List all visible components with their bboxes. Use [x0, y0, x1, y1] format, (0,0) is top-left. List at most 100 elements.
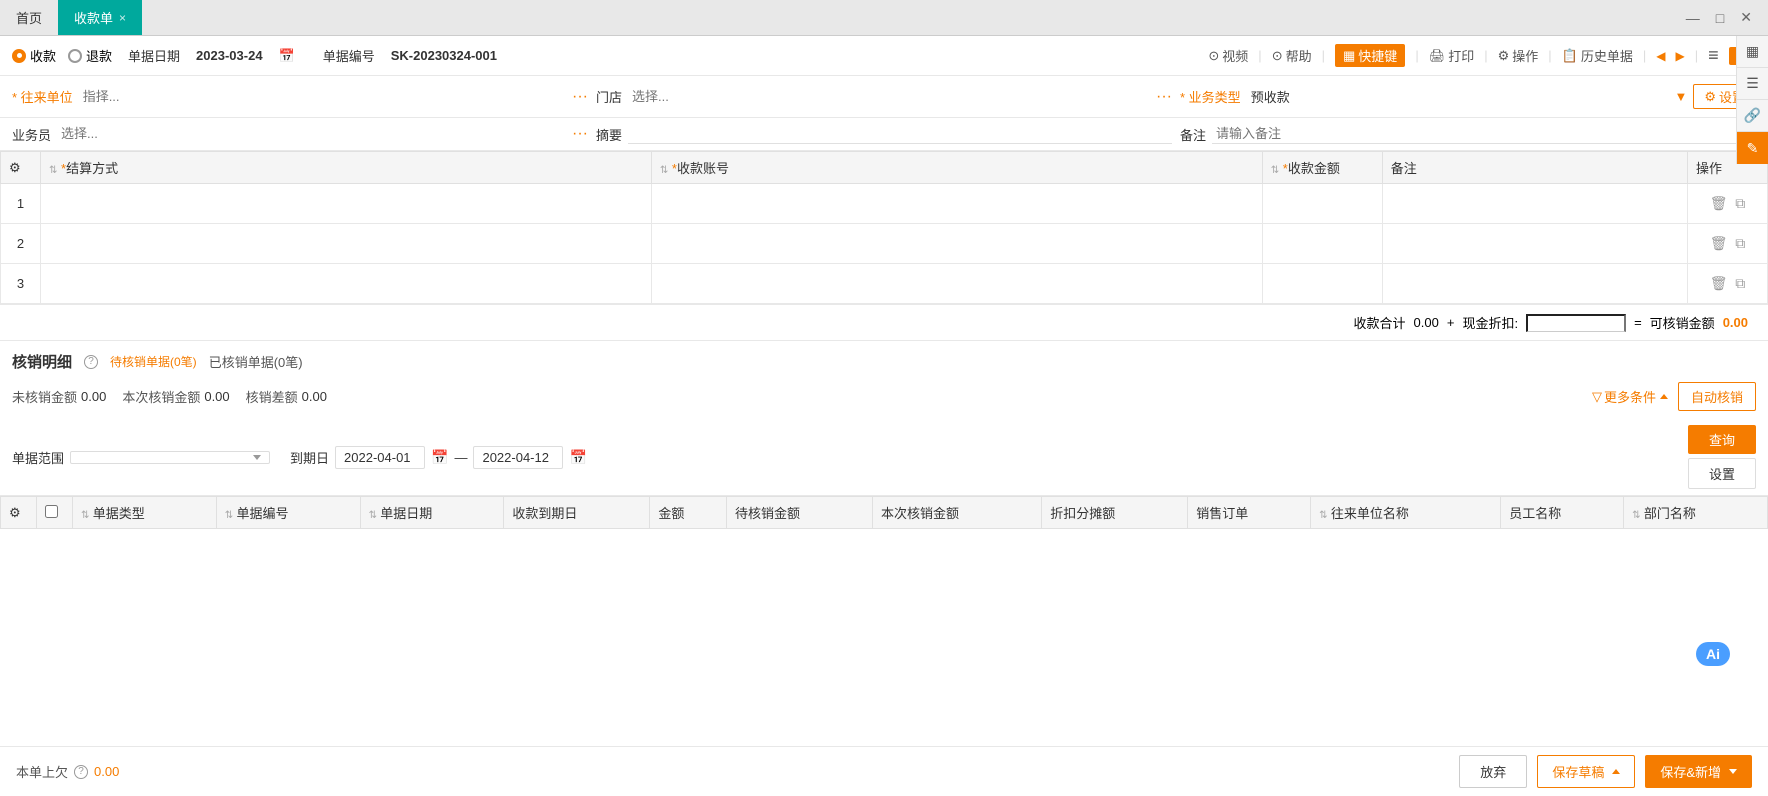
tab-done[interactable]: 已核销单据(0笔) — [209, 352, 303, 371]
settlement-cell[interactable] — [41, 224, 652, 264]
prev-button[interactable]: ◀ — [1656, 49, 1665, 63]
abandon-button[interactable]: 放弃 — [1459, 755, 1527, 788]
sidebar-list-icon[interactable]: ☰ — [1737, 68, 1768, 100]
help-button[interactable]: ⊙ 帮助 — [1272, 46, 1312, 65]
copy-row-icon[interactable]: ⧉ — [1733, 275, 1747, 291]
copy-row-icon[interactable]: ⧉ — [1733, 195, 1747, 211]
receipt-table-section: ⚙ ⇅ *结算方式 ⇅ *收款账号 ⇅ *收款金额 备注 操 — [0, 151, 1768, 305]
biz-type-select[interactable]: 预收款 ▼ — [1247, 87, 1688, 106]
query-button[interactable]: 查询 — [1688, 425, 1756, 454]
cal-to-icon[interactable]: 📅 — [569, 449, 586, 466]
range-select[interactable] — [70, 451, 270, 464]
current-writeoff-stat: 本次核销金额 0.00 — [122, 387, 229, 406]
row-num: 3 — [1, 264, 41, 304]
save-new-button[interactable]: 保存&新增 — [1645, 755, 1752, 788]
staff-input[interactable] — [57, 124, 566, 144]
save-draft-button[interactable]: 保存草稿 — [1537, 755, 1635, 788]
due-date-filter: 到期日 📅 — 📅 — [290, 446, 587, 469]
remark-input[interactable] — [1212, 124, 1756, 144]
receipt-type-group: 收款 退款 — [12, 46, 112, 65]
history-icon: 📋 — [1562, 48, 1578, 64]
video-button[interactable]: ⊙ 视频 — [1208, 46, 1248, 65]
print-icon: 🖨 — [1429, 48, 1446, 64]
tab-bar: 首页 收款单 × — □ ✕ — [0, 0, 1768, 36]
ai-badge[interactable]: Ai — [1696, 642, 1730, 666]
minimize-button[interactable]: — — [1682, 10, 1704, 26]
next-button[interactable]: ▶ — [1676, 49, 1685, 63]
maximize-button[interactable]: □ — [1712, 10, 1728, 26]
settlement-cell[interactable] — [41, 264, 652, 304]
range-dropdown-icon — [253, 455, 261, 460]
delete-row-icon[interactable]: 🗑 — [1708, 275, 1730, 291]
amount-cell[interactable] — [1262, 184, 1382, 224]
footer-info-icon[interactable]: ? — [74, 765, 88, 779]
date-to-input[interactable] — [473, 446, 563, 469]
history-button[interactable]: 📋 历史单据 — [1562, 46, 1633, 65]
auto-writeoff-button[interactable]: 自动核销 — [1678, 382, 1756, 411]
cal-from-icon[interactable]: 📅 — [431, 449, 448, 466]
col-type-header: ⇅ 单据类型 — [73, 497, 217, 529]
account-cell[interactable] — [651, 184, 1262, 224]
col-current-header: 本次核销金额 — [873, 497, 1042, 529]
amount-cell[interactable] — [1262, 224, 1382, 264]
remark-cell[interactable] — [1382, 184, 1687, 224]
print-button[interactable]: 🖨 打印 — [1429, 46, 1475, 65]
col-dept-header: ⇅ 部门名称 — [1624, 497, 1768, 529]
amount-cell[interactable] — [1262, 264, 1382, 304]
counterpart-label: * 往来单位 — [12, 87, 73, 106]
receipt-table: ⚙ ⇅ *结算方式 ⇅ *收款账号 ⇅ *收款金额 备注 操 — [0, 151, 1768, 304]
sidebar-attach-icon[interactable]: 🔗 — [1737, 100, 1768, 132]
footer-buttons: 放弃 保存草稿 保存&新增 — [1459, 755, 1752, 788]
account-cell[interactable] — [651, 264, 1262, 304]
radio-receive[interactable]: 收款 — [12, 46, 56, 65]
biz-type-label: * 业务类型 — [1180, 87, 1241, 106]
sidebar-table-icon[interactable]: ▦ — [1737, 36, 1768, 68]
save-new-label: 保存&新增 — [1660, 762, 1721, 781]
tab-active[interactable]: 收款单 × — [58, 0, 142, 35]
remark-cell[interactable] — [1382, 224, 1687, 264]
tab-home[interactable]: 首页 — [0, 0, 58, 35]
stats-right-actions: ▽ 更多条件 自动核销 — [1592, 382, 1756, 411]
delete-row-icon[interactable]: 🗑 — [1708, 195, 1730, 211]
copy-row-icon[interactable]: ⧉ — [1733, 235, 1747, 251]
date-from-input[interactable] — [335, 446, 425, 469]
col-settlement-header: ⇅ *结算方式 — [41, 152, 652, 184]
layout-button[interactable]: ≡ — [1708, 45, 1719, 66]
date-picker-icon[interactable]: 📅 — [279, 48, 295, 64]
account-cell[interactable] — [651, 224, 1262, 264]
writeoff-info-icon[interactable]: ? — [84, 355, 98, 369]
discount-input[interactable] — [1526, 314, 1626, 332]
col-remark-header: 备注 — [1382, 152, 1687, 184]
settlement-cell[interactable] — [41, 184, 652, 224]
store-more-icon[interactable]: ··· — [1156, 89, 1172, 105]
biz-type-dropdown-icon[interactable]: ▼ — [1674, 89, 1687, 104]
counterpart-more-icon[interactable]: ··· — [572, 89, 588, 105]
tab-close-icon[interactable]: × — [119, 11, 126, 25]
close-button[interactable]: ✕ — [1736, 9, 1756, 26]
select-all-checkbox[interactable] — [45, 505, 58, 518]
form-row-2: 业务员 ··· 摘要 备注 — [0, 118, 1768, 151]
sidebar-edit-icon[interactable]: ✎ — [1737, 132, 1768, 164]
store-input[interactable] — [628, 87, 1150, 107]
tab-pending[interactable]: 待核销单据(0笔) — [110, 353, 197, 370]
shortcut-label: 快捷键 — [1358, 46, 1397, 65]
filter-settings-button[interactable]: 设置 — [1688, 458, 1756, 489]
right-sidebar: ▦ ☰ 🔗 ✎ — [1736, 36, 1768, 164]
shortcut-button[interactable]: ▦ 快捷键 — [1335, 44, 1405, 67]
radio-refund[interactable]: 退款 — [68, 46, 112, 65]
operation-label: 操作 — [1512, 46, 1538, 65]
col-checkbox-header[interactable] — [37, 497, 73, 529]
counterpart-input[interactable] — [79, 87, 566, 107]
more-conditions-button[interactable]: ▽ 更多条件 — [1592, 387, 1668, 406]
unwriteoff-stat: 未核销金额 0.00 — [12, 387, 106, 406]
col-settings-header[interactable]: ⚙ — [1, 152, 41, 184]
ops-cell: 🗑 ⧉ — [1688, 184, 1768, 224]
col-settings-bottom[interactable]: ⚙ — [1, 497, 37, 529]
delete-row-icon[interactable]: 🗑 — [1708, 235, 1730, 251]
remark-cell[interactable] — [1382, 264, 1687, 304]
summary-input[interactable] — [628, 124, 1172, 144]
col-staff-header: 员工名称 — [1501, 497, 1624, 529]
staff-more-icon[interactable]: ··· — [572, 126, 588, 142]
operation-button[interactable]: ⚙ 操作 — [1498, 46, 1539, 65]
tab-active-label: 收款单 — [74, 8, 113, 27]
